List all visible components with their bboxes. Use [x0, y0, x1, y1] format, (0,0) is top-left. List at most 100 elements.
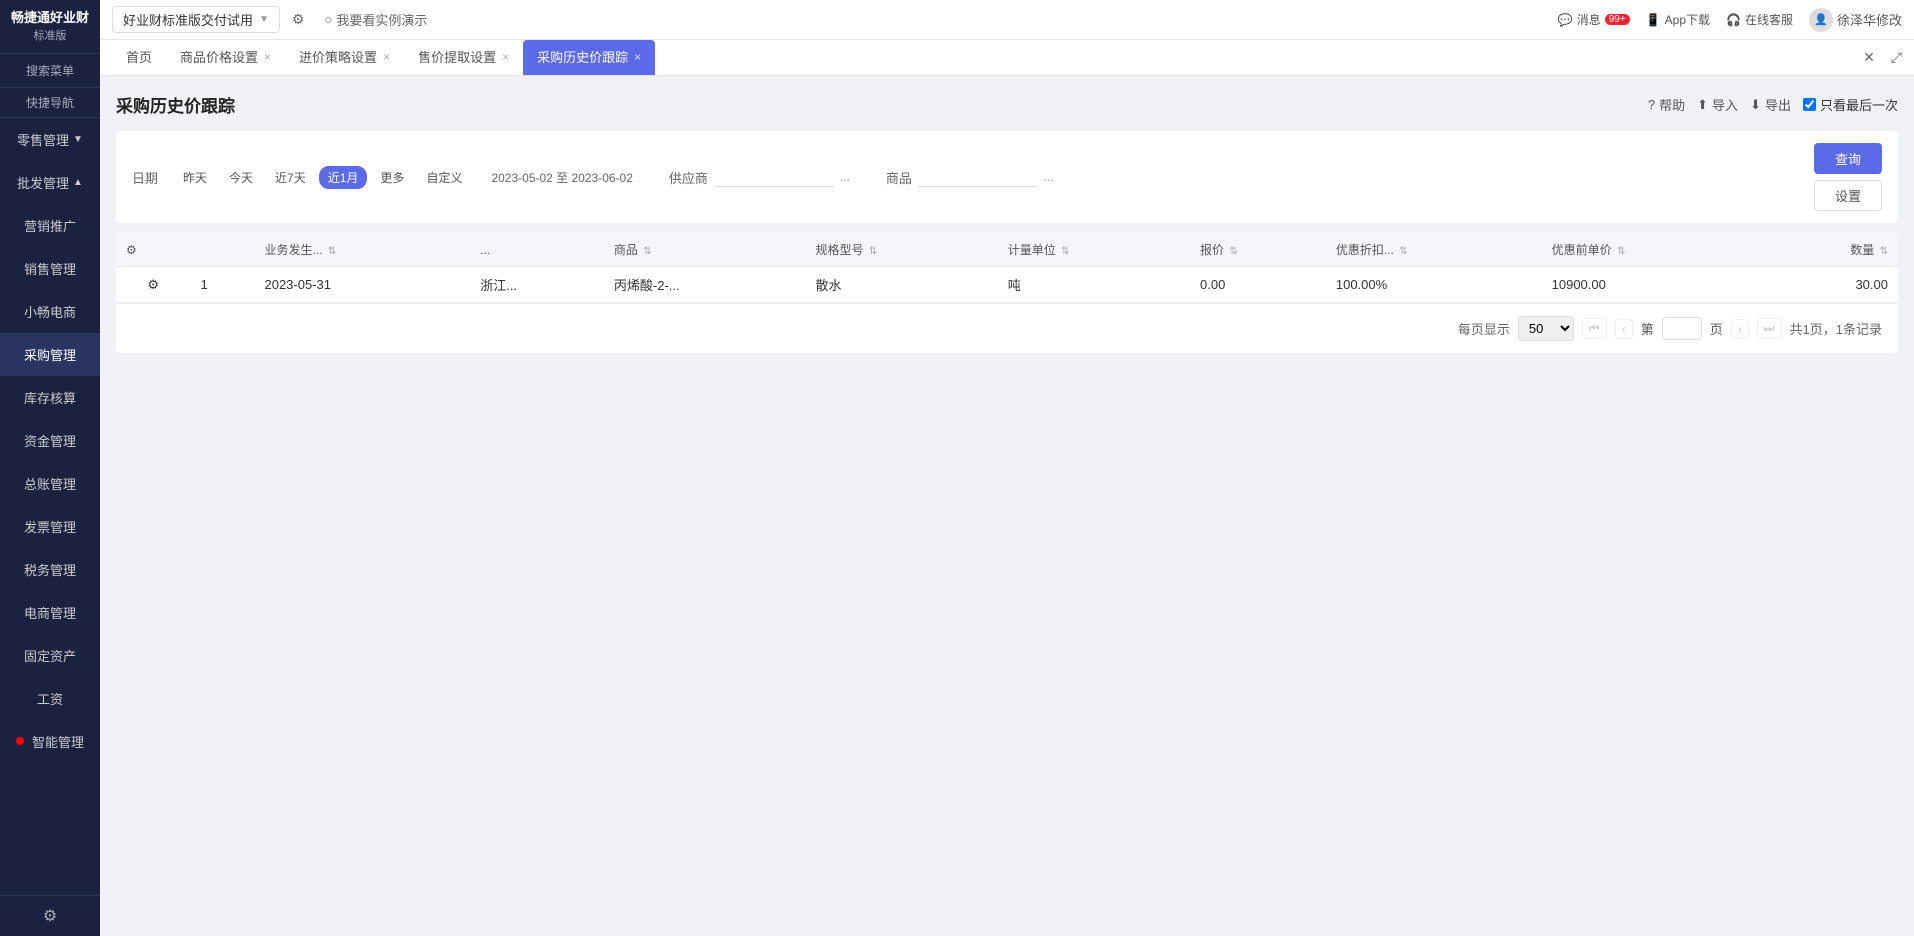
pagination-prev-button[interactable]: ‹	[1615, 319, 1633, 339]
pagination-last-button[interactable]: ⏭	[1757, 318, 1782, 339]
sidebar-item-wholesale[interactable]: 批发管理 ▲	[0, 161, 100, 204]
version-selector[interactable]: 好业财标准版交付试用 ▼	[112, 6, 280, 33]
sidebar-item-inventory[interactable]: 库存核算	[0, 376, 100, 419]
query-button[interactable]: 查询	[1814, 143, 1882, 174]
sort-icon[interactable]: ⇅	[1229, 246, 1237, 257]
sidebar-item-quick-nav[interactable]: 快捷导航	[0, 88, 100, 118]
sort-icon[interactable]: ⇅	[1617, 246, 1625, 257]
sidebar-item-ledger[interactable]: 总账管理	[0, 462, 100, 505]
chevron-up-icon: ▲	[73, 177, 83, 188]
th-price[interactable]: 报价 ⇅	[1190, 233, 1326, 267]
supplier-more[interactable]: ...	[840, 170, 850, 184]
sort-icon[interactable]: ⇅	[328, 246, 336, 257]
th-before-discount-label: 优惠前单价	[1552, 243, 1612, 257]
th-more[interactable]: ...	[470, 233, 604, 267]
sort-icon[interactable]: ⇅	[1399, 246, 1407, 257]
date-btn-more[interactable]: 更多	[371, 166, 413, 189]
tab-sale-price[interactable]: 售价提取设置 ×	[404, 40, 523, 75]
tab-close-button[interactable]: ✕	[1859, 45, 1879, 70]
sidebar-item-intelligent[interactable]: 智能管理	[0, 720, 100, 763]
th-quantity[interactable]: 数量 ⇅	[1762, 233, 1898, 267]
sort-icon[interactable]: ⇅	[1061, 246, 1069, 257]
th-gear[interactable]: ⚙	[116, 233, 190, 267]
sidebar-item-retail[interactable]: 零售管理 ▼	[0, 118, 100, 161]
sidebar-item-assets[interactable]: 固定资产	[0, 634, 100, 677]
pagination-first-button[interactable]: ⏮	[1582, 318, 1607, 339]
only-last-checkbox[interactable]	[1803, 98, 1816, 111]
app-download-label: App下载	[1665, 11, 1710, 28]
close-icon[interactable]: ×	[634, 50, 641, 64]
th-before-discount[interactable]: 优惠前单价 ⇅	[1542, 233, 1762, 267]
tab-purchase-history[interactable]: 采购历史价跟踪 ×	[523, 40, 655, 75]
tabbar-actions: ✕ ⤢	[1859, 40, 1914, 75]
th-product[interactable]: 商品 ⇅	[604, 233, 806, 267]
sidebar-item-purchase[interactable]: 采购管理	[0, 333, 100, 376]
sidebar-item-salary[interactable]: 工资	[0, 677, 100, 720]
app-download-button[interactable]: 📱 App下载	[1646, 11, 1710, 28]
th-unit-label: 计量单位	[1008, 243, 1056, 257]
settings-icon[interactable]: ⚙	[43, 908, 57, 925]
tab-label: 售价提取设置	[418, 47, 496, 66]
page-content: 采购历史价跟踪 ? 帮助 ⬆ 导入 ⬇ 导出 只看最后一次	[100, 76, 1914, 936]
import-button[interactable]: ⬆ 导入	[1697, 95, 1738, 114]
th-date-label: 业务发生...	[264, 243, 322, 257]
date-btn-1month[interactable]: 近1月	[319, 166, 368, 189]
sort-icon[interactable]: ⇅	[643, 246, 651, 257]
tab-expand-button[interactable]: ⤢	[1887, 45, 1906, 70]
sidebar-item-tax[interactable]: 税务管理	[0, 548, 100, 591]
sidebar-item-marketing[interactable]: 营销推广	[0, 204, 100, 247]
sidebar-item-ecommerce[interactable]: 电商管理	[0, 591, 100, 634]
tab-home[interactable]: 首页	[112, 40, 166, 75]
topbar-settings-icon[interactable]: ⚙	[288, 7, 309, 32]
sidebar-item-invoice[interactable]: 发票管理	[0, 505, 100, 548]
product-more[interactable]: ...	[1044, 170, 1054, 184]
row-quantity: 30.00	[1762, 267, 1898, 303]
online-service-button[interactable]: 🎧 在线客服	[1726, 11, 1793, 28]
date-btn-today[interactable]: 今天	[220, 166, 262, 189]
import-icon: ⬆	[1697, 97, 1708, 113]
close-icon[interactable]: ×	[502, 50, 509, 64]
export-button[interactable]: ⬇ 导出	[1750, 95, 1791, 114]
filter-row: 日期 昨天 今天 近7天 近1月 更多 自定义 2023-05-02 至 202…	[132, 143, 1882, 211]
tab-price-settings[interactable]: 商品价格设置 ×	[166, 40, 285, 75]
logo-title: 畅捷通好业财	[8, 10, 92, 27]
row-index: 1	[190, 267, 254, 303]
filter-settings-button[interactable]: 设置	[1814, 180, 1882, 211]
message-button[interactable]: 💬 消息 99+	[1558, 11, 1630, 28]
sidebar-item-finance[interactable]: 资金管理	[0, 419, 100, 462]
th-spec[interactable]: 规格型号 ⇅	[806, 233, 998, 267]
logo-subtitle: 标准版	[8, 27, 92, 43]
sidebar-item-sales[interactable]: 销售管理	[0, 247, 100, 290]
date-btn-7days[interactable]: 近7天	[266, 166, 315, 189]
close-icon[interactable]: ×	[264, 50, 271, 64]
tab-purchase-strategy[interactable]: 进价策略设置 ×	[285, 40, 404, 75]
demo-icon: ○	[324, 12, 332, 27]
close-icon[interactable]: ×	[383, 50, 390, 64]
th-discount[interactable]: 优惠折扣... ⇅	[1326, 233, 1542, 267]
date-btn-custom[interactable]: 自定义	[417, 166, 471, 189]
product-input[interactable]	[918, 167, 1038, 187]
pagination-page-input[interactable]: 1	[1662, 317, 1702, 340]
sidebar-item-ecommerce-small[interactable]: 小畅电商	[0, 290, 100, 333]
th-unit[interactable]: 计量单位 ⇅	[998, 233, 1190, 267]
phone-icon: 📱	[1646, 13, 1661, 27]
sort-icon[interactable]: ⇅	[869, 246, 877, 257]
user-menu[interactable]: 👤 徐泽华修改	[1809, 8, 1902, 32]
sidebar-item-search[interactable]: 搜索菜单	[0, 54, 100, 88]
date-btn-yesterday[interactable]: 昨天	[174, 166, 216, 189]
version-label: 好业财标准版交付试用	[123, 10, 253, 29]
date-filter-label: 日期	[132, 168, 158, 187]
sidebar-item-label: 零售管理	[17, 130, 69, 149]
demo-button[interactable]: ○ 我要看实例演示	[324, 10, 427, 29]
pagination-next-button[interactable]: ›	[1731, 319, 1749, 339]
topbar: 好业财标准版交付试用 ▼ ⚙ ○ 我要看实例演示 💬 消息 99+ 📱 App下…	[100, 0, 1914, 40]
sort-icon[interactable]: ⇅	[1880, 246, 1888, 257]
per-page-select[interactable]: 50 20 100	[1518, 316, 1574, 341]
row-price: 0.00	[1190, 267, 1326, 303]
row-gear[interactable]: ⚙	[116, 267, 190, 303]
th-date[interactable]: 业务发生... ⇅	[254, 233, 470, 267]
supplier-input[interactable]	[714, 167, 834, 187]
supplier-filter: 供应商 ...	[669, 167, 850, 187]
help-button[interactable]: ? 帮助	[1648, 95, 1685, 114]
pagination-page-label: 第	[1641, 319, 1654, 338]
